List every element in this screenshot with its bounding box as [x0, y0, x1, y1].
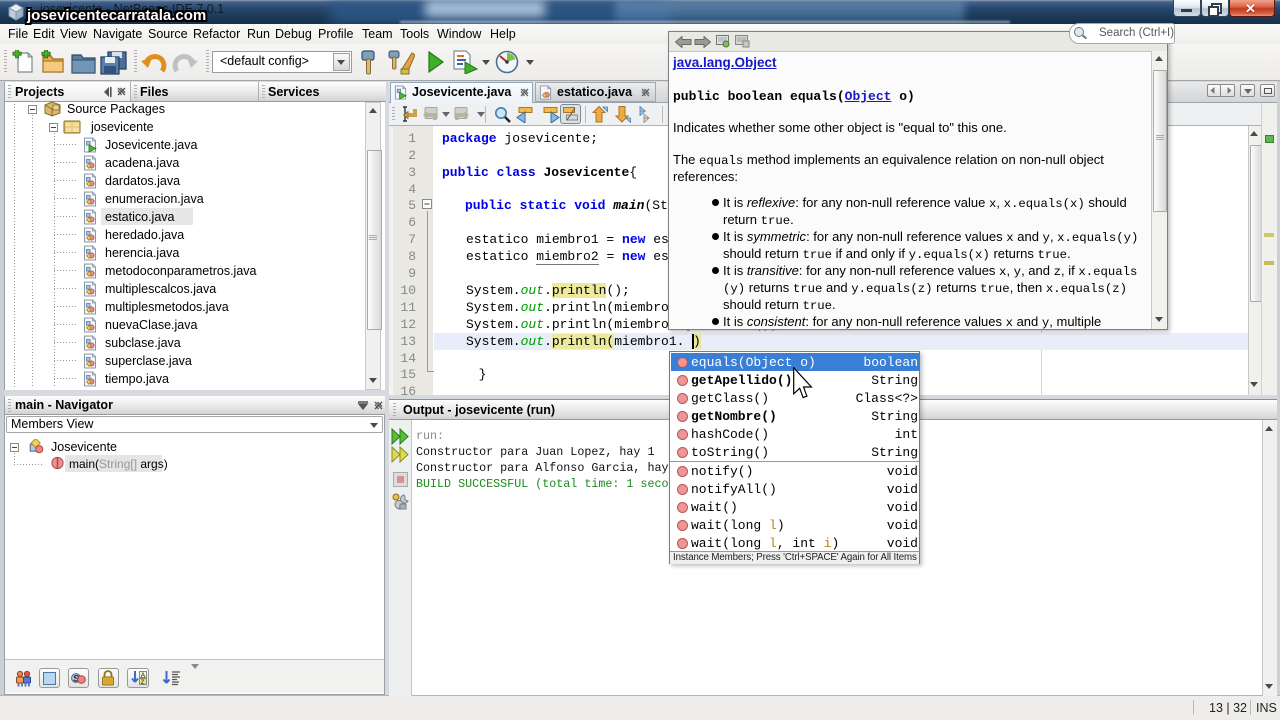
- svg-text:Z: Z: [141, 679, 145, 686]
- svg-text:A: A: [141, 672, 146, 679]
